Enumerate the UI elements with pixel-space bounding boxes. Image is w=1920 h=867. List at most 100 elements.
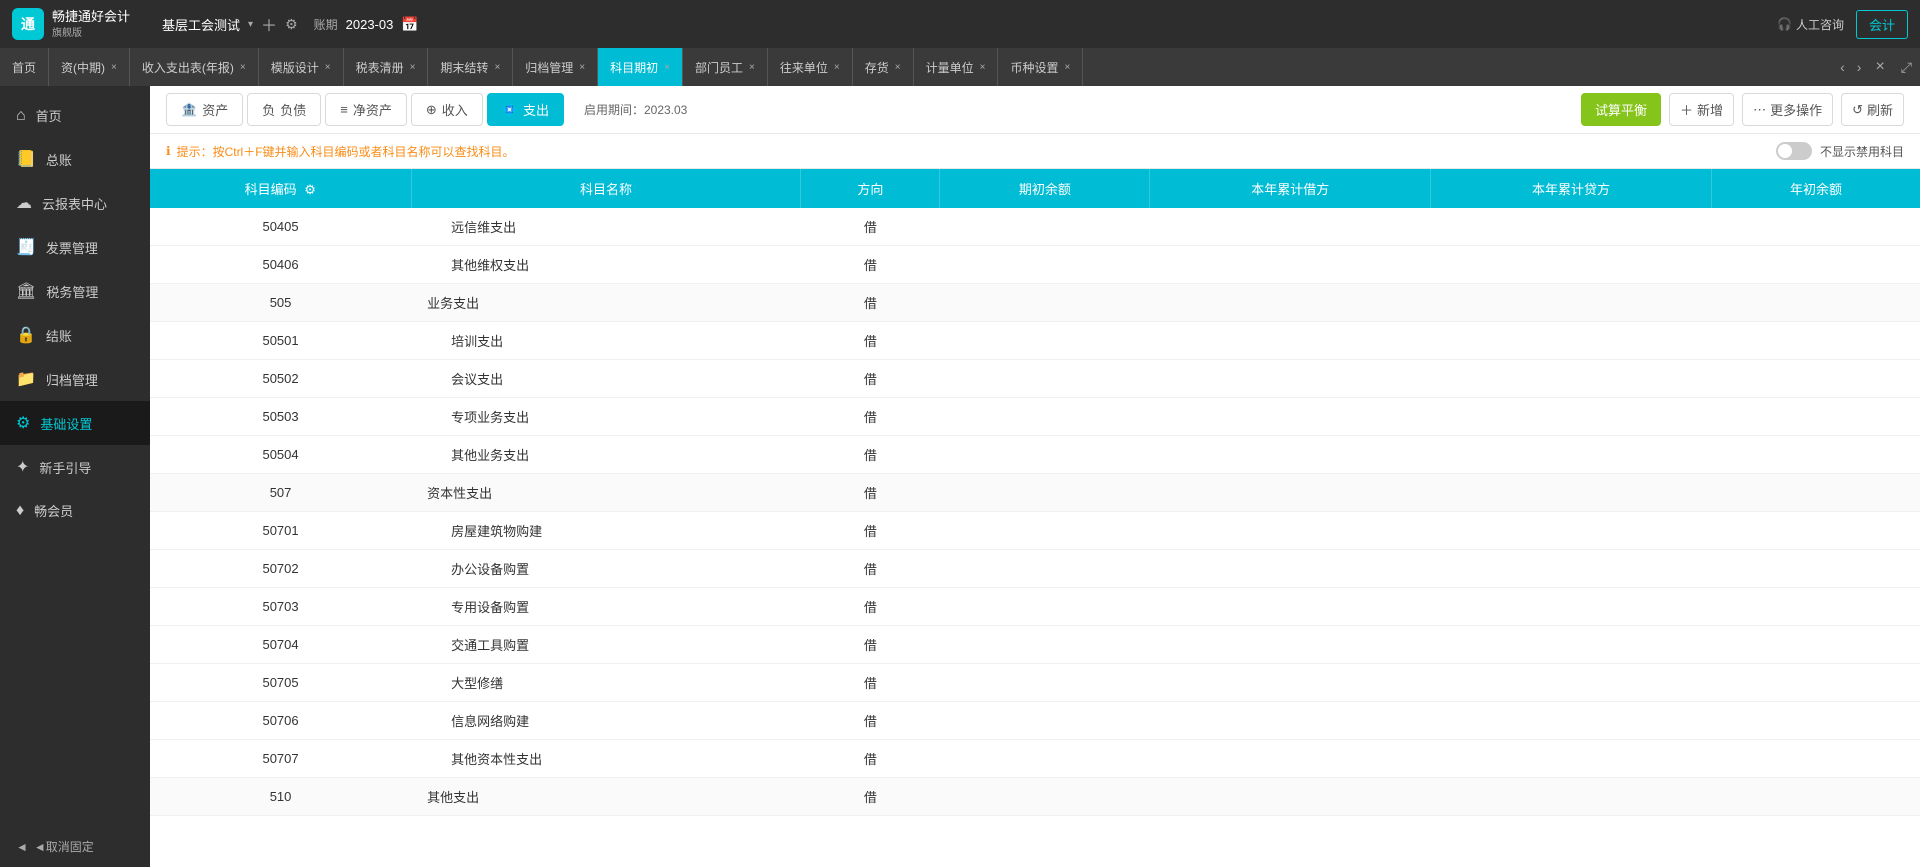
tab-dept-close[interactable]: × — [749, 62, 755, 73]
table-row[interactable]: 50405远信维支出借 — [150, 208, 1920, 246]
sidebar-label-ledger: 总账 — [46, 150, 72, 169]
tab-income-close[interactable]: × — [240, 62, 246, 73]
sidebar-item-invoice[interactable]: 🧾 发票管理 — [0, 225, 150, 269]
table-row[interactable]: 507资本性支出借 — [150, 474, 1920, 512]
tab-inventory-close[interactable]: × — [895, 62, 901, 73]
table-row[interactable]: 510其他支出借 — [150, 778, 1920, 816]
table-row[interactable]: 50707其他资本性支出借 — [150, 740, 1920, 778]
sidebar-item-closing[interactable]: 🔒 结账 — [0, 313, 150, 357]
table-row[interactable]: 50406其他维权支出借 — [150, 246, 1920, 284]
cell-opening — [940, 778, 1150, 816]
table-row[interactable]: 50503专项业务支出借 — [150, 398, 1920, 436]
tab-closing-close[interactable]: × — [494, 62, 500, 73]
customer-service-label: 人工咨询 — [1796, 16, 1844, 33]
sidebar-item-archive[interactable]: 📁 归档管理 — [0, 357, 150, 401]
disable-toggle[interactable] — [1776, 142, 1812, 160]
tab-income[interactable]: 收入支出表(年报) × — [130, 48, 259, 86]
cell-ytd-credit — [1431, 512, 1712, 550]
tab-unit[interactable]: 计量单位 × — [914, 48, 999, 86]
table-row[interactable]: 50704交通工具购置借 — [150, 626, 1920, 664]
more-button[interactable]: ⋯ 更多操作 — [1742, 93, 1833, 126]
table-row[interactable]: 50706信息网络购建借 — [150, 702, 1920, 740]
cell-code: 507 — [150, 474, 411, 512]
cell-ytd-credit — [1431, 778, 1712, 816]
tab-close-all-btn[interactable]: × — [1867, 48, 1892, 86]
add-company-icon[interactable]: ＋ — [261, 12, 277, 36]
sidebar-item-member[interactable]: ♦ 畅会员 — [0, 489, 150, 532]
cell-ytd-debit — [1150, 702, 1431, 740]
tab-tax[interactable]: 税表清册 × — [344, 48, 429, 86]
balance-button[interactable]: 试算平衡 — [1581, 93, 1661, 126]
cell-ytd-debit — [1150, 664, 1431, 702]
table-row[interactable]: 50702办公设备购置借 — [150, 550, 1920, 588]
sidebar-item-settings[interactable]: ⚙ 基础设置 — [0, 401, 150, 445]
sidebar-item-home[interactable]: ⌂ 首页 — [0, 94, 150, 137]
cell-year-opening — [1711, 246, 1920, 284]
cell-code: 50502 — [150, 360, 411, 398]
sidebar-item-guide[interactable]: ✦ 新手引导 — [0, 445, 150, 489]
cell-code: 50503 — [150, 398, 411, 436]
cell-code: 50501 — [150, 322, 411, 360]
subnav-asset-btn[interactable]: 🏦 资产 — [166, 93, 243, 126]
subnav-expense-btn[interactable]: 💠 支出 — [487, 93, 564, 126]
content-area: 🏦 资产 负 负债 ≡ 净资产 ⊕ 收入 💠 支出 启用期间：2023.03 试… — [150, 86, 1920, 867]
cell-ytd-debit — [1150, 550, 1431, 588]
tab-partner-close[interactable]: × — [834, 62, 840, 73]
tab-template[interactable]: 模版设计 × — [259, 48, 344, 86]
refresh-button[interactable]: ↺ 刷新 — [1841, 93, 1904, 126]
tab-subject[interactable]: 科目期初 × — [598, 48, 683, 86]
tab-home[interactable]: 首页 — [0, 48, 49, 86]
cell-ytd-credit — [1431, 246, 1712, 284]
tab-inventory[interactable]: 存货 × — [853, 48, 914, 86]
table-row[interactable]: 50701房屋建筑物购建借 — [150, 512, 1920, 550]
subnav-income-btn[interactable]: ⊕ 收入 — [411, 93, 483, 126]
customer-service-btn[interactable]: 🎧 人工咨询 — [1777, 16, 1844, 33]
sidebar-item-tax[interactable]: 🏛 税务管理 — [0, 269, 150, 313]
cell-name: 大型修缮 — [411, 664, 801, 702]
tab-currency[interactable]: 币种设置 × — [998, 48, 1083, 86]
refresh-icon: ↺ — [1852, 102, 1863, 118]
cell-year-opening — [1711, 588, 1920, 626]
tab-closing[interactable]: 期末结转 × — [428, 48, 513, 86]
tab-expand-btn[interactable]: ⤢ — [1893, 48, 1920, 86]
tab-bs-close[interactable]: × — [111, 62, 117, 73]
sidebar-label-closing: 结账 — [46, 326, 72, 345]
sidebar-item-report[interactable]: ☁ 云报表中心 — [0, 181, 150, 225]
add-button[interactable]: ＋ 新增 — [1669, 93, 1734, 126]
subnav-equity-btn[interactable]: ≡ 净资产 — [325, 93, 407, 126]
company-settings-icon[interactable]: ⚙ — [285, 16, 298, 33]
table-row[interactable]: 505业务支出借 — [150, 284, 1920, 322]
company-dropdown-icon[interactable]: ▾ — [248, 19, 253, 30]
main-layout: ⌂ 首页 📒 总账 ☁ 云报表中心 🧾 发票管理 🏛 税务管理 🔒 结账 📁 归… — [0, 86, 1920, 867]
tab-template-close[interactable]: × — [325, 62, 331, 73]
tab-subject-close[interactable]: × — [664, 62, 670, 73]
tab-next-btn[interactable]: › — [1851, 48, 1868, 86]
tab-partner[interactable]: 往来单位 × — [768, 48, 853, 86]
sidebar-item-ledger[interactable]: 📒 总账 — [0, 137, 150, 181]
tab-tax-close[interactable]: × — [410, 62, 416, 73]
calendar-icon[interactable]: 📅 — [401, 16, 418, 33]
cell-year-opening — [1711, 740, 1920, 778]
tab-unit-close[interactable]: × — [980, 62, 986, 73]
cell-ytd-credit — [1431, 284, 1712, 322]
table-row[interactable]: 50501培训支出借 — [150, 322, 1920, 360]
account-button[interactable]: 会计 — [1856, 10, 1908, 39]
subnav-liability-btn[interactable]: 负 负债 — [247, 93, 321, 126]
table-row[interactable]: 50504其他业务支出借 — [150, 436, 1920, 474]
cell-name: 其他维权支出 — [411, 246, 801, 284]
cell-name: 其他支出 — [411, 778, 801, 816]
tab-archive[interactable]: 归档管理 × — [513, 48, 598, 86]
table-row[interactable]: 50502会议支出借 — [150, 360, 1920, 398]
tab-dept[interactable]: 部门员工 × — [683, 48, 768, 86]
tab-bs[interactable]: 资(中期) × — [49, 48, 130, 86]
col-settings-icon[interactable]: ⚙ — [304, 182, 316, 197]
cell-ytd-debit — [1150, 360, 1431, 398]
table-row[interactable]: 50705大型修缮借 — [150, 664, 1920, 702]
cell-ytd-credit — [1431, 474, 1712, 512]
tab-prev-btn[interactable]: ‹ — [1834, 48, 1851, 86]
sidebar-collapse-btn[interactable]: ◄ ◄取消固定 — [0, 826, 150, 867]
tab-archive-close[interactable]: × — [579, 62, 585, 73]
table-row[interactable]: 50703专用设备购置借 — [150, 588, 1920, 626]
logo-icon: 通 — [12, 8, 44, 40]
tab-currency-close[interactable]: × — [1064, 62, 1070, 73]
